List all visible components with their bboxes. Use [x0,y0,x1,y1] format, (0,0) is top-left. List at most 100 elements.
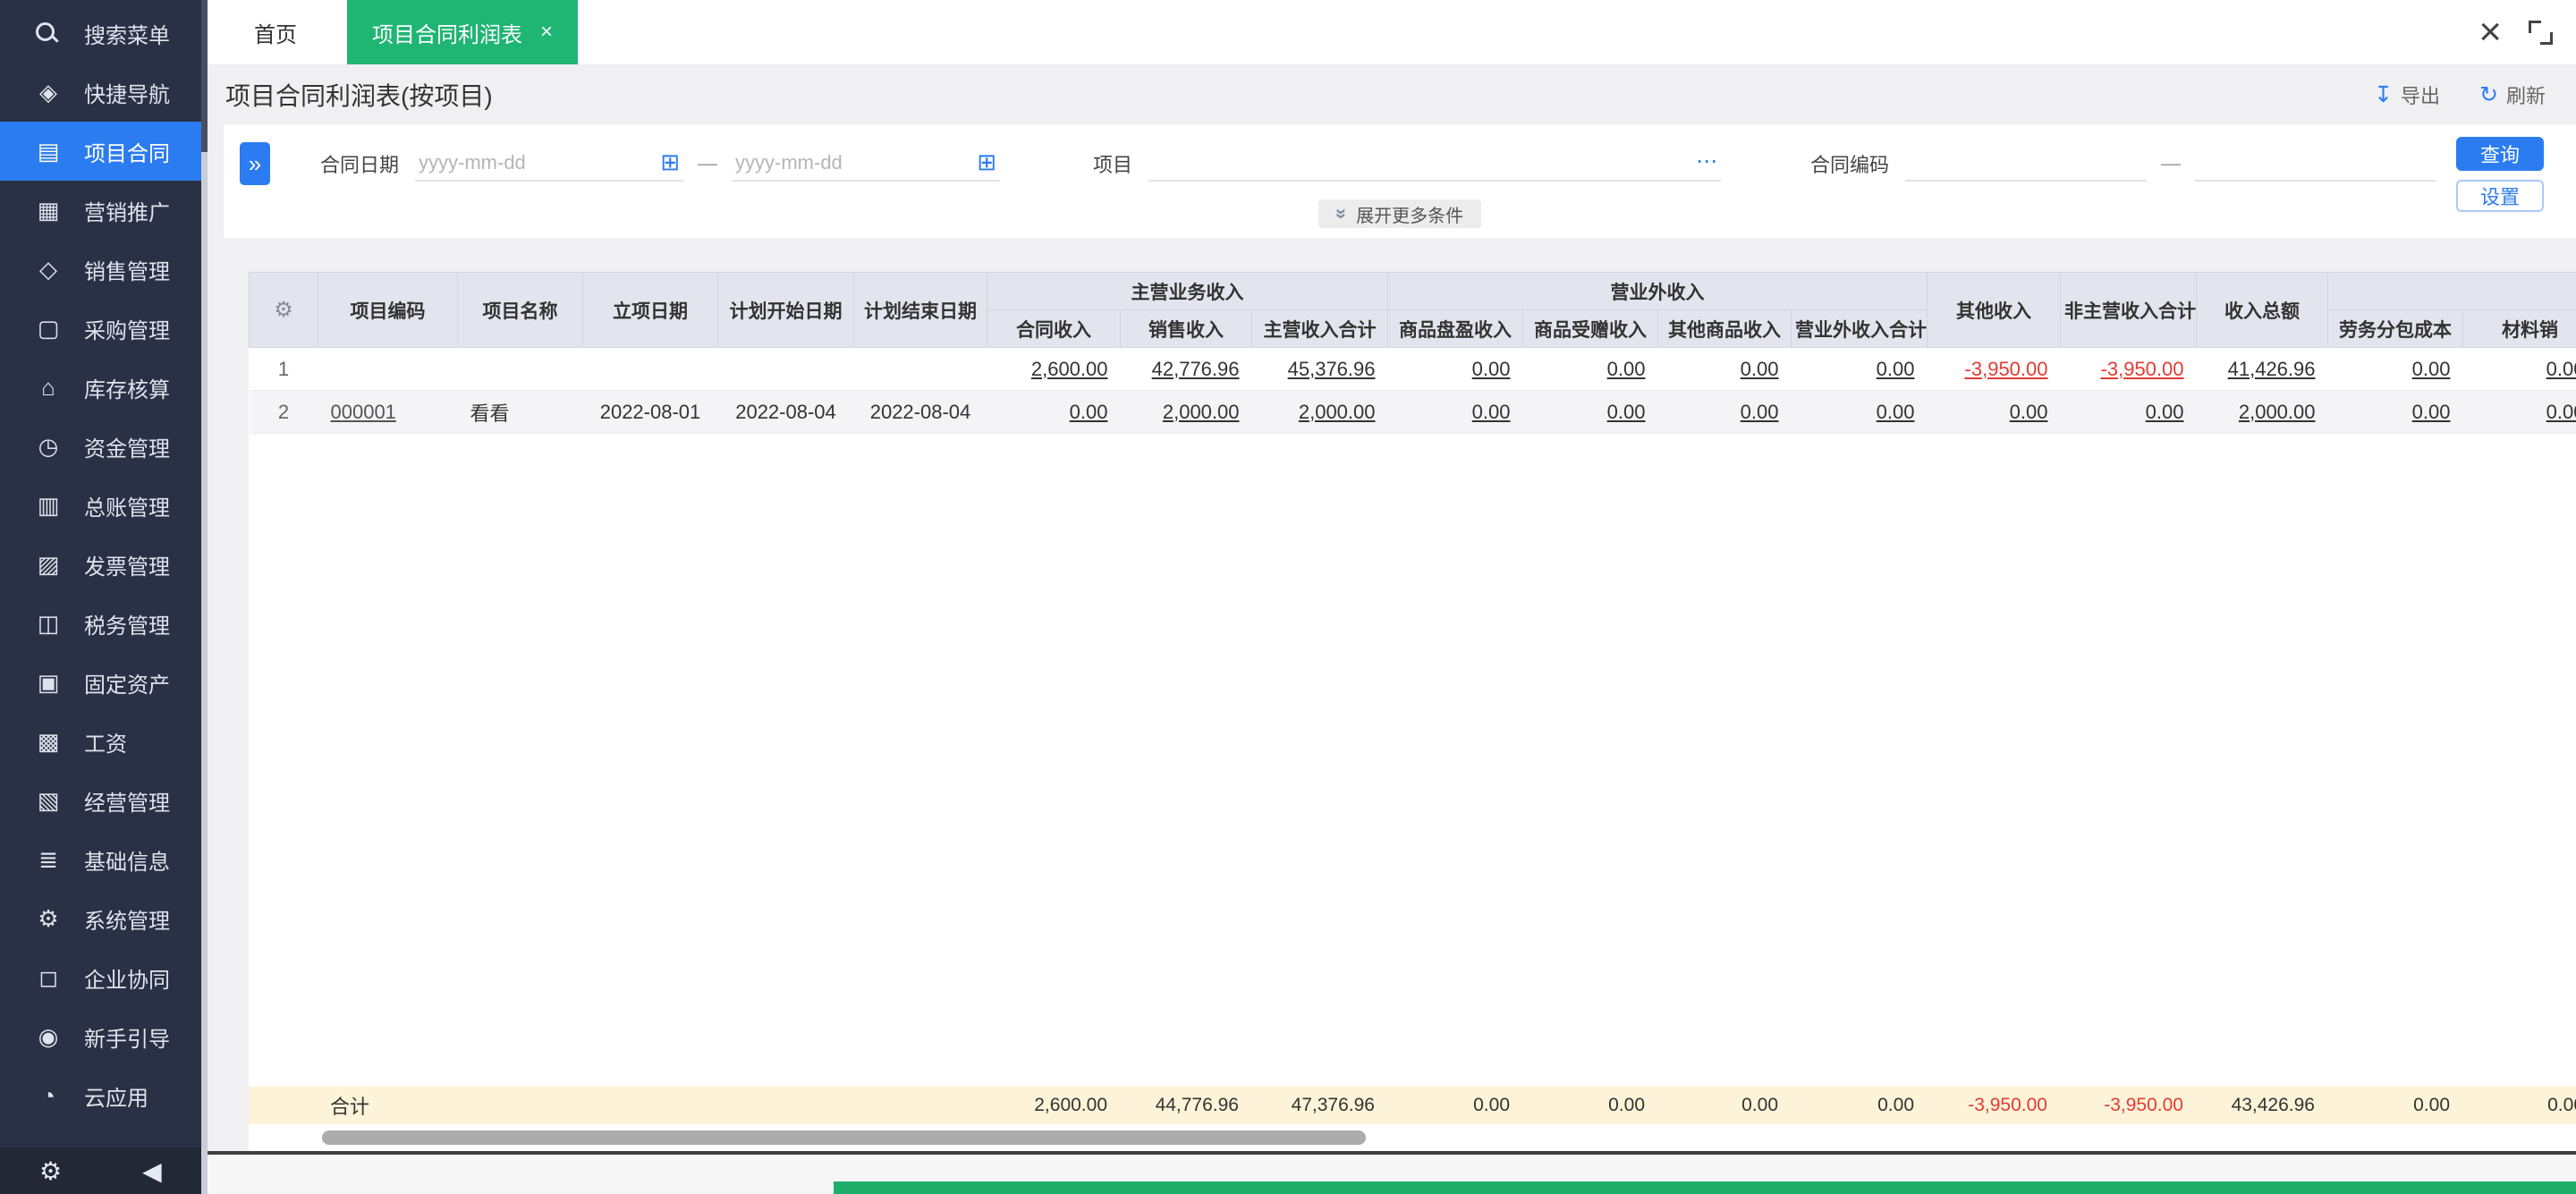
value-cell[interactable]: 41,426.96 [2196,347,2328,391]
sidebar-item-project-contract[interactable]: ▤ 项目合同 [0,122,208,181]
value-link[interactable]: 0.00 [2412,401,2451,423]
value-cell[interactable]: 0.00 [987,390,1121,434]
expand-more-button[interactable]: » 展开更多条件 [1318,199,1482,228]
export-button[interactable]: ↧ 导出 [2374,80,2440,109]
sidebar-item-business-mgmt[interactable]: ▧ 经营管理 [0,771,208,830]
value-link[interactable]: 0.00 [1607,401,1646,423]
value-cell[interactable]: 0.00 [2462,347,2576,391]
collapse-filter-button[interactable]: » [240,142,270,185]
value-link[interactable]: 0.00 [2412,358,2451,380]
horizontal-scrollbar[interactable] [249,1124,2576,1151]
value-link[interactable]: 0.00 [1877,401,1915,423]
calendar-icon[interactable]: ⊞ [660,148,680,176]
value-cell[interactable]: 0.00 [2060,390,2197,434]
tab-home[interactable]: 首页 [224,0,327,64]
sidebar-item-quick-nav[interactable]: ◈ 快捷导航 [0,63,208,122]
value-link[interactable]: 0.00 [1877,358,1915,380]
value-link[interactable]: 0.00 [1607,358,1646,380]
contract-code-end-input[interactable] [2195,146,2437,182]
value-link[interactable]: 0.00 [1472,401,1511,423]
value-link[interactable]: 41,426.96 [2228,358,2316,380]
sidebar-item-invoice-mgmt[interactable]: ▨ 发票管理 [0,535,208,594]
column-settings-icon[interactable]: ⚙ [274,298,293,322]
value-cell[interactable]: 0.00 [1657,347,1792,391]
value-cell[interactable]: 2,000.00 [1251,390,1388,434]
contract-code-start-input[interactable] [1905,146,2148,182]
value-cell[interactable]: 0.00 [1522,390,1658,434]
value-link[interactable]: -3,950.00 [2101,358,2184,380]
value-link[interactable]: 0.00 [1741,358,1779,380]
value-cell[interactable]: 42,776.96 [1120,347,1252,391]
value-link[interactable]: 2,000.00 [2239,401,2316,423]
sidebar-item-marketing[interactable]: ▦ 营销推广 [0,181,208,240]
total-row: 合计 2,600.00 44,776.96 47,376.96 0.00 0.00 0.0… [249,1087,2576,1124]
value-link[interactable]: 0.00 [1472,358,1511,380]
value-cell[interactable]: -3,950.00 [2060,347,2197,391]
calendar-icon[interactable]: ⊞ [977,148,996,176]
value-cell[interactable]: 0.00 [1657,390,1792,434]
tab-close-icon[interactable]: × [540,20,553,45]
value-cell[interactable]: 0.00 [2327,390,2463,434]
sidebar-item-system-mgmt[interactable]: ⚙ 系统管理 [0,889,208,948]
value-cell[interactable]: 0.00 [2462,390,2576,434]
value-link[interactable]: 2,000.00 [1299,401,1376,423]
value-cell[interactable]: 0.00 [1387,347,1523,391]
sidebar-item-tax-mgmt[interactable]: ◫ 税务管理 [0,594,208,653]
value-link[interactable]: 0.00 [1070,401,1108,423]
value-cell[interactable]: 0.00 [1791,390,1928,434]
value-link[interactable]: 0.00 [2146,401,2184,423]
search-button[interactable]: 查询 [2456,137,2544,171]
value-link[interactable]: 0.00 [2010,401,2048,423]
sidebar-item-cloud-apps[interactable]: ◔ 云应用 [0,1066,208,1125]
table-panel: ⚙ 项目编码 项目名称 立项日期 计划开始日期 计划结束日期 主营业务收入 营业… [249,272,2576,1151]
value-cell[interactable]: 2,000.00 [2196,390,2328,434]
settings-button[interactable]: 设置 [2456,180,2544,212]
sidebar-item-general-ledger[interactable]: ▥ 总账管理 [0,476,208,535]
ellipsis-picker-icon[interactable]: ⋯ [1696,148,1719,174]
sidebar-item-beginner-guide[interactable]: ◉ 新手引导 [0,1007,208,1066]
contract-date-end-input[interactable] [732,146,1001,182]
value-link[interactable]: 45,376.96 [1288,358,1376,380]
value-link[interactable]: 0.00 [2546,358,2576,380]
project-input[interactable] [1148,146,1722,182]
sidebar-item-purchase-mgmt[interactable]: ▢ 采购管理 [0,299,208,358]
tab-project-contract-profit[interactable]: 项目合同利润表 × [347,0,579,64]
window-close-icon[interactable]: × [2479,13,2502,52]
sidebar-item-search-menu[interactable]: 搜索菜单 [0,4,208,63]
value-cell[interactable]: 0.00 [1522,347,1658,391]
value-link[interactable]: 2,600.00 [1031,358,1108,380]
value-cell[interactable]: 45,376.96 [1251,347,1388,391]
sidebar-item-fixed-assets[interactable]: ▣ 固定资产 [0,653,208,712]
sidebar-scrollbar-thumb[interactable] [201,0,208,152]
value-link[interactable]: 42,776.96 [1152,358,1240,380]
value-cell[interactable]: 2,600.00 [987,347,1121,391]
sidebar-scrollbar[interactable] [201,0,208,1194]
sidebar-item-base-info[interactable]: ≣ 基础信息 [0,830,208,889]
value-cell[interactable]: 0.00 [1927,390,2061,434]
project-code-cell[interactable]: 000001 [318,390,458,434]
value-cell[interactable]: 0.00 [2327,347,2463,391]
value-link[interactable]: -3,950.00 [1965,358,2048,380]
speaker-icon[interactable]: ◀ [142,1156,162,1186]
value-cell[interactable]: 0.00 [1387,390,1523,434]
sidebar-item-payroll[interactable]: ▩ 工资 [0,712,208,771]
refresh-button[interactable]: ↻ 刷新 [2479,80,2546,109]
value-cell[interactable]: -3,950.00 [1927,347,2061,391]
gear-icon[interactable]: ⚙ [39,1156,62,1186]
contract-date-start-input[interactable] [415,146,684,182]
sidebar-item-funds-mgmt[interactable]: ◷ 资金管理 [0,417,208,476]
value-cell[interactable]: 0.00 [1791,347,1928,391]
sidebar-item-sales-mgmt[interactable]: ◇ 销售管理 [0,240,208,299]
sidebar-item-inventory-accounting[interactable]: ⌂ 库存核算 [0,358,208,417]
horizontal-scrollbar-thumb[interactable] [322,1130,1366,1145]
value-link[interactable]: 0.00 [2546,401,2576,423]
value-link[interactable]: 0.00 [1741,401,1779,423]
value-cell[interactable]: 2,000.00 [1120,390,1252,434]
column-header: 合同收入 [987,309,1121,348]
project-code-link[interactable]: 000001 [331,401,396,423]
sidebar-item-enterprise-collab[interactable]: ◻ 企业协同 [0,948,208,1007]
date-cell [717,347,854,391]
value-link[interactable]: 2,000.00 [1163,401,1240,423]
window-fullscreen-icon[interactable] [2529,20,2553,45]
table-cell [457,1087,582,1124]
